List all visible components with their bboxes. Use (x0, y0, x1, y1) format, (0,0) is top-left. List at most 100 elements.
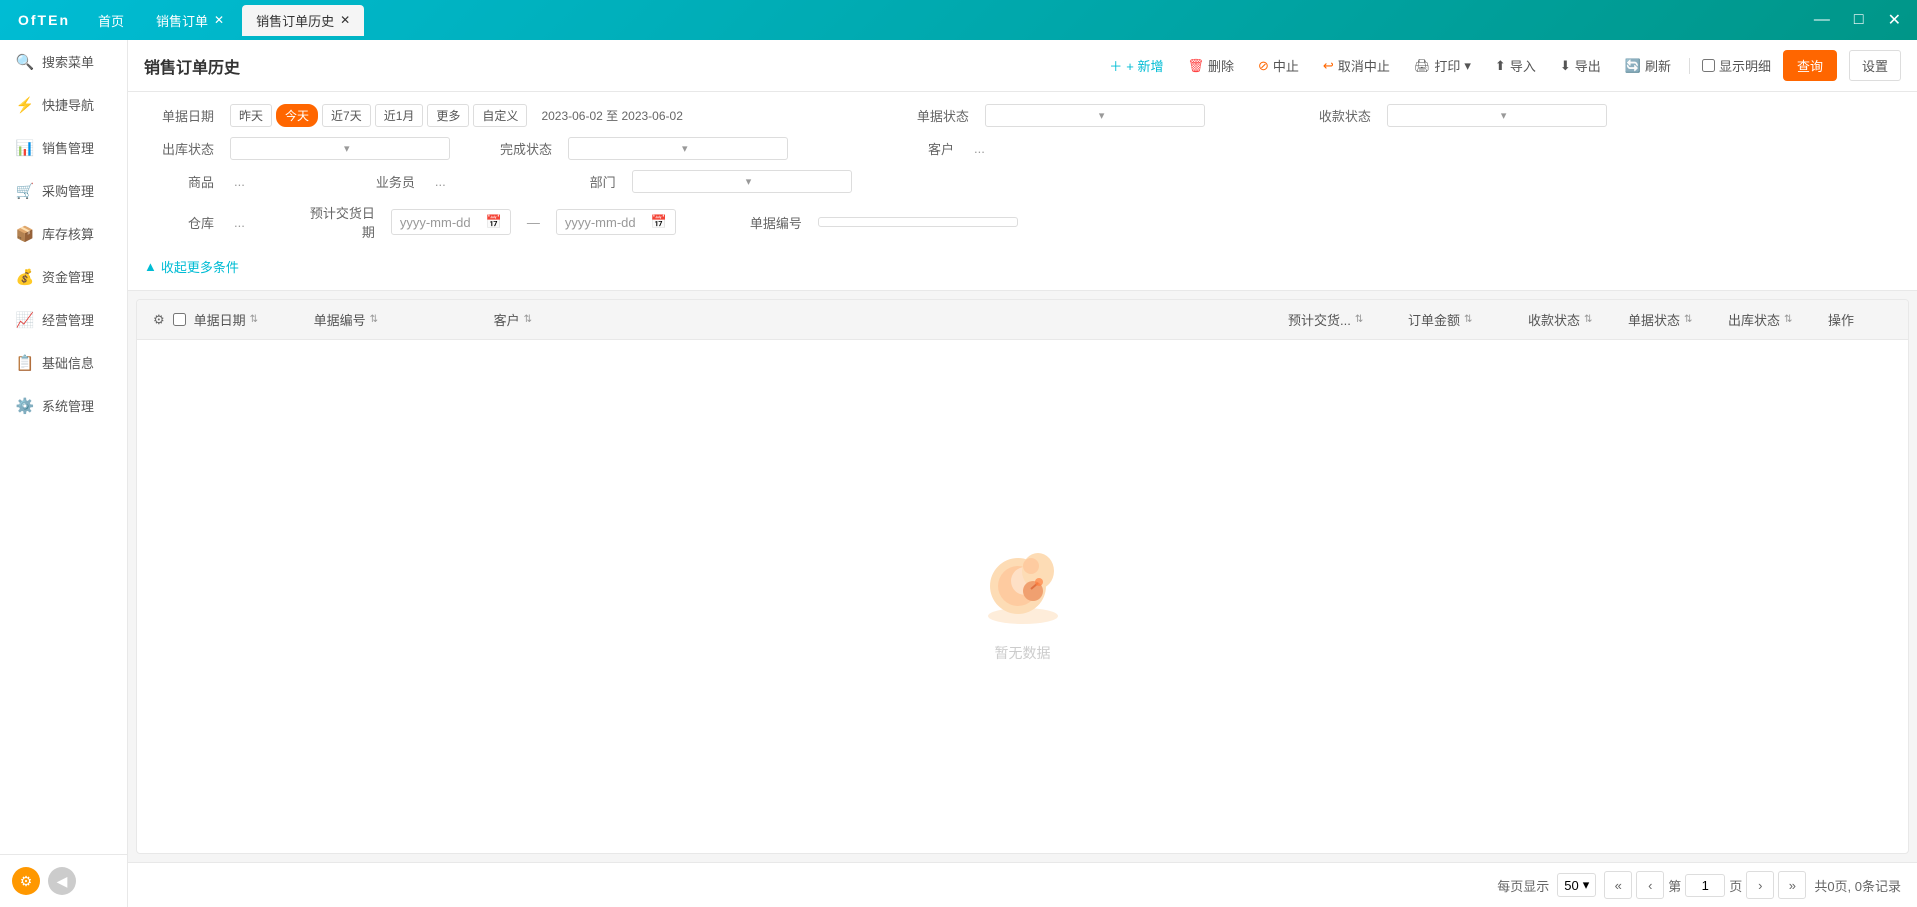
bill-status-select[interactable]: ▾ (985, 104, 1205, 127)
last-page-button[interactable]: » (1778, 871, 1806, 899)
tab-sales-order-history[interactable]: 销售订单历史 ✕ (242, 5, 364, 36)
header-amount[interactable]: 订单金额 ⇅ (1400, 300, 1520, 339)
sidebar-footer: ⚙ ◀ (0, 854, 127, 907)
show-detail-checkbox[interactable] (1702, 59, 1715, 72)
cancel-stop-icon: ↩ (1323, 58, 1334, 74)
sidebar-item-finance[interactable]: 💰 资金管理 (0, 255, 127, 298)
bill-number-input[interactable] (818, 217, 1018, 227)
select-all-checkbox[interactable] (173, 313, 186, 326)
refresh-button[interactable]: 🔄 刷新 (1619, 52, 1677, 79)
per-page-arrow: ▾ (1583, 877, 1590, 893)
tab-sales-order-history-close[interactable]: ✕ (340, 13, 350, 27)
payment-status-select[interactable]: ▾ (1387, 104, 1607, 127)
sidebar-item-quick-nav[interactable]: ⚡ 快捷导航 (0, 83, 127, 126)
header-warehouse[interactable]: 出库状态 ⇅ (1720, 300, 1820, 339)
header-pay[interactable]: 收款状态 ⇅ (1520, 300, 1620, 339)
per-page-select[interactable]: 50 ▾ (1557, 873, 1596, 897)
header-num[interactable]: 单据编号 ⇅ (306, 300, 486, 339)
tab-sales-order[interactable]: 销售订单 ✕ (142, 5, 238, 36)
sidebar-item-purchase[interactable]: 🛒 采购管理 (0, 169, 127, 212)
purchase-icon: 🛒 (16, 182, 34, 200)
finance-icon: 💰 (16, 268, 34, 286)
table-area: ⚙ 单据日期 ⇅ 单据编号 ⇅ 客户 ⇅ 预计交货... ⇅ (136, 299, 1909, 854)
department-select[interactable]: ▾ (632, 170, 852, 193)
sidebar-item-system[interactable]: ⚙️ 系统管理 (0, 384, 127, 427)
header-customer[interactable]: 客户 ⇅ (486, 300, 1280, 339)
sidebar-item-operation[interactable]: 📈 经营管理 (0, 298, 127, 341)
warehouse-status-arrow: ▾ (344, 142, 441, 155)
bill-number-label: 单据编号 (732, 213, 802, 232)
sidebar-settings-button[interactable]: ⚙ (12, 867, 40, 895)
pagination-total: 共0页, 0条记录 (1814, 876, 1901, 895)
filter-area: 单据日期 昨天 今天 近7天 近1月 更多 自定义 2023-06-02 至 2… (128, 92, 1917, 291)
sort-warehouse-icon: ⇅ (1784, 314, 1792, 325)
tab-sales-order-close[interactable]: ✕ (214, 13, 224, 27)
next-page-button[interactable]: › (1746, 871, 1774, 899)
date-7days[interactable]: 近7天 (322, 104, 371, 127)
sort-delivery-icon: ⇅ (1355, 314, 1363, 325)
date-custom[interactable]: 自定义 (473, 104, 527, 127)
filter-row-3: 商品 ... 业务员 ... 部门 ▾ (144, 170, 1901, 193)
customer-input[interactable]: ... (970, 141, 989, 156)
table-settings-icon[interactable]: ⚙ (145, 304, 173, 336)
sidebar-item-inventory[interactable]: 📦 库存核算 (0, 212, 127, 255)
minimize-button[interactable]: — (1806, 6, 1838, 34)
warehouse-status-select[interactable]: ▾ (230, 137, 450, 160)
sidebar-item-search[interactable]: 🔍 搜索菜单 (0, 40, 127, 83)
settings-button[interactable]: 设置 (1849, 50, 1901, 81)
sidebar-item-basic[interactable]: 📋 基础信息 (0, 341, 127, 384)
export-icon: ⬇ (1560, 58, 1571, 74)
payment-status-arrow: ▾ (1501, 109, 1598, 122)
tab-home[interactable]: 首页 (84, 5, 138, 36)
collapse-row: ▲ 收起更多条件 (144, 251, 1901, 278)
date-today[interactable]: 今天 (276, 104, 318, 127)
filter-row-1: 单据日期 昨天 今天 近7天 近1月 更多 自定义 2023-06-02 至 2… (144, 104, 1901, 127)
close-button[interactable]: ✕ (1880, 6, 1909, 34)
query-button[interactable]: 查询 (1783, 50, 1837, 81)
delivery-date-start[interactable]: yyyy-mm-dd 📅 (391, 209, 511, 235)
import-button[interactable]: ⬆ 导入 (1489, 52, 1542, 79)
date-1month[interactable]: 近1月 (375, 104, 424, 127)
calendar-start-icon: 📅 (486, 214, 502, 230)
empty-state: 暂无数据 (137, 340, 1908, 853)
export-button[interactable]: ⬇ 导出 (1554, 52, 1607, 79)
cancel-stop-button[interactable]: ↩ 取消中止 (1317, 52, 1396, 79)
sidebar-collapse-button[interactable]: ◀ (48, 867, 76, 895)
sidebar-item-sales[interactable]: 📊 销售管理 (0, 126, 127, 169)
system-icon: ⚙️ (16, 397, 34, 415)
import-icon: ⬆ (1495, 58, 1506, 74)
refresh-icon: 🔄 (1625, 58, 1641, 74)
product-input[interactable]: ... (230, 174, 249, 189)
complete-status-arrow: ▾ (682, 142, 779, 155)
new-button[interactable]: ＋ + 新增 (1103, 52, 1169, 79)
sort-customer-icon: ⇅ (524, 314, 532, 325)
product-label: 商品 (144, 172, 214, 191)
prev-page-button[interactable]: ‹ (1636, 871, 1664, 899)
page-title: 销售订单历史 (144, 54, 1103, 78)
print-button[interactable]: 🖨 打印 ▾ (1408, 52, 1477, 79)
show-detail-checkbox-label[interactable]: 显示明细 (1702, 56, 1771, 75)
maximize-button[interactable]: □ (1846, 6, 1872, 34)
header-date[interactable]: 单据日期 ⇅ (186, 300, 306, 339)
app-brand: OfTEn (8, 12, 80, 28)
delivery-date-end[interactable]: yyyy-mm-dd 📅 (556, 209, 676, 235)
salesperson-label: 业务员 (345, 172, 415, 191)
delete-button[interactable]: 🗑 删除 (1181, 52, 1240, 79)
warehouse-input[interactable]: ... (230, 215, 249, 230)
stop-button[interactable]: ⊘ 中止 (1252, 52, 1305, 79)
page-prefix-label: 第 (1668, 876, 1681, 895)
delivery-date-label: 预计交货日期 (305, 203, 375, 241)
complete-status-select[interactable]: ▾ (568, 137, 788, 160)
collapse-button[interactable]: ▲ 收起更多条件 (144, 251, 1901, 278)
first-page-button[interactable]: « (1604, 871, 1632, 899)
header-status[interactable]: 单据状态 ⇅ (1620, 300, 1720, 339)
new-icon: ＋ (1109, 56, 1122, 75)
date-yesterday[interactable]: 昨天 (230, 104, 272, 127)
header-delivery[interactable]: 预计交货... ⇅ (1280, 300, 1400, 339)
department-arrow: ▾ (746, 175, 843, 188)
page-number-input[interactable] (1685, 874, 1725, 897)
print-dropdown-icon: ▾ (1464, 58, 1471, 74)
per-page-label: 每页显示 (1497, 876, 1549, 895)
date-more[interactable]: 更多 (427, 104, 469, 127)
salesperson-input[interactable]: ... (431, 174, 450, 189)
